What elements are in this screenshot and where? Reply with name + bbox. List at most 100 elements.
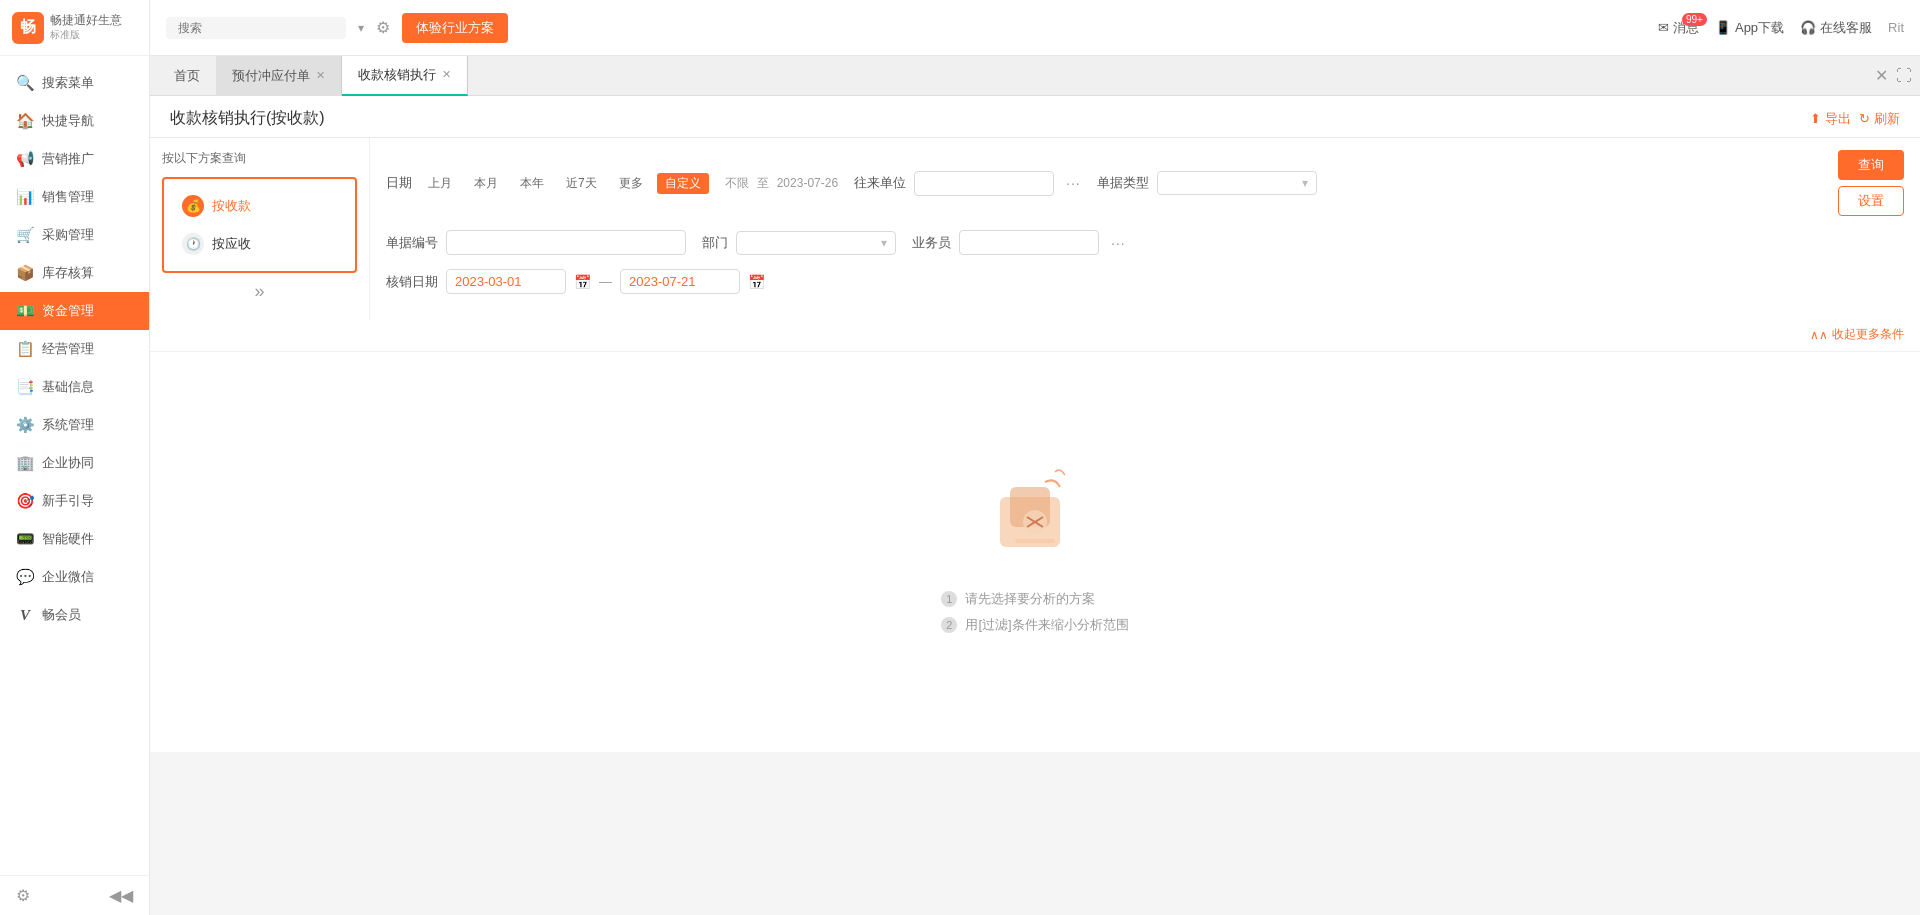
page-title: 收款核销执行(按收款) (170, 108, 325, 129)
settings-bottom-icon[interactable]: ⚙ (16, 886, 30, 905)
info-icon: 📑 (16, 378, 34, 396)
guide-icon: 🎯 (16, 492, 34, 510)
sidebar-item-label: 采购管理 (42, 226, 94, 244)
filter-option-by-receivable[interactable]: 🕐 按应收 (172, 225, 347, 263)
online-service-button[interactable]: 🎧 在线客服 (1800, 19, 1872, 37)
tab-collection[interactable]: 收款核销执行 ✕ (342, 56, 468, 96)
filter-scheme-box: 💰 按收款 🕐 按应收 (162, 177, 357, 273)
filter-fields: 日期 上月 本月 本年 近7天 更多 自定义 不限 至 2023 (370, 138, 1920, 320)
partner-filter-item: 往来单位 ··· (854, 171, 1081, 196)
verify-date-label: 核销日期 (386, 273, 438, 291)
page-header: 收款核销执行(按收款) ⬆ 导出 ↻ 刷新 (150, 96, 1920, 138)
logo-text-area: 畅捷通好生意 标准版 (50, 13, 122, 43)
sidebar-item-member[interactable]: V 畅会员 (0, 596, 149, 634)
sidebar-item-label: 基础信息 (42, 378, 94, 396)
doc-no-input[interactable] (446, 230, 686, 255)
chevron-down-icon: ▾ (1302, 176, 1308, 190)
sidebar-item-finance[interactable]: 💵 资金管理 (0, 292, 149, 330)
sidebar-item-nav[interactable]: 🏠 快捷导航 (0, 102, 149, 140)
refresh-button[interactable]: ↻ 刷新 (1859, 110, 1900, 128)
calendar-end-icon[interactable]: 📅 (748, 274, 765, 290)
app-download-button[interactable]: 📱 App下载 (1715, 19, 1784, 37)
doc-type-select[interactable]: ▾ (1157, 171, 1317, 195)
staff-dots-icon[interactable]: ··· (1111, 235, 1126, 251)
logo-icon: 畅 (12, 12, 44, 44)
user-name-label: Rit (1888, 20, 1904, 35)
sidebar-item-label: 销售管理 (42, 188, 94, 206)
verify-date-end-input[interactable] (620, 269, 740, 294)
date-last-month-button[interactable]: 上月 (420, 173, 460, 194)
tab-home[interactable]: 首页 (158, 56, 216, 96)
sidebar-item-label: 库存核算 (42, 264, 94, 282)
tab-collection-label: 收款核销执行 (358, 66, 436, 84)
sidebar-item-label: 新手引导 (42, 492, 94, 510)
maximize-button[interactable]: ⛶ (1896, 67, 1912, 85)
doc-type-label: 单据类型 (1097, 174, 1149, 192)
industry-solution-button[interactable]: 体验行业方案 (402, 13, 508, 43)
sidebar-item-system[interactable]: ⚙️ 系统管理 (0, 406, 149, 444)
sidebar-item-marketing[interactable]: 📢 营销推广 (0, 140, 149, 178)
filter-panel: 按以下方案查询 💰 按收款 🕐 按应收 » (150, 138, 1920, 320)
chevron-down-icon-2: ▾ (881, 236, 887, 250)
sales-icon: 📊 (16, 188, 34, 206)
sidebar-item-label: 畅会员 (42, 606, 81, 624)
search-icon: 🔍 (16, 74, 34, 92)
search-input[interactable] (166, 17, 346, 39)
tab-prepay-close-icon[interactable]: ✕ (316, 69, 325, 82)
refresh-label: 刷新 (1874, 110, 1900, 128)
page-header-actions: ⬆ 导出 ↻ 刷新 (1810, 110, 1900, 128)
inventory-icon: 📦 (16, 264, 34, 282)
settings-button[interactable]: 设置 (1838, 186, 1904, 216)
sidebar-item-search[interactable]: 🔍 搜索菜单 (0, 64, 149, 102)
sidebar-item-sales[interactable]: 📊 销售管理 (0, 178, 149, 216)
filter-option-by-payment[interactable]: 💰 按收款 (172, 187, 347, 225)
tab-collection-close-icon[interactable]: ✕ (442, 68, 451, 81)
collab-icon: 🏢 (16, 454, 34, 472)
sidebar-item-guide[interactable]: 🎯 新手引导 (0, 482, 149, 520)
sidebar-item-inventory[interactable]: 📦 库存核算 (0, 254, 149, 292)
export-button[interactable]: ⬆ 导出 (1810, 110, 1851, 128)
filter-action-buttons: 查询 设置 (1838, 150, 1904, 216)
sidebar-item-purchase[interactable]: 🛒 采购管理 (0, 216, 149, 254)
staff-filter-item: 业务员 ··· (912, 230, 1126, 255)
topbar: ▾ ⚙ 体验行业方案 ✉ 消息 99+ 📱 App下载 🎧 在线客服 Rit (150, 0, 1920, 56)
staff-input[interactable] (959, 230, 1099, 255)
date-more-button[interactable]: 更多 (611, 173, 651, 194)
tabs-actions: ✕ ⛶ (1875, 66, 1920, 85)
date-to-label: 至 (757, 175, 769, 192)
filter-row-1: 日期 上月 本月 本年 近7天 更多 自定义 不限 至 2023 (386, 150, 1904, 216)
sidebar-item-management[interactable]: 📋 经营管理 (0, 330, 149, 368)
close-tab-button[interactable]: ✕ (1875, 66, 1888, 85)
logo-area: 畅 畅捷通好生意 标准版 (0, 0, 149, 56)
partner-input[interactable] (914, 171, 1054, 196)
sidebar-item-hardware[interactable]: 📟 智能硬件 (0, 520, 149, 558)
tab-prepay[interactable]: 预付冲应付单 ✕ (216, 56, 342, 96)
wechat-icon: 💬 (16, 568, 34, 586)
sidebar-item-label: 系统管理 (42, 416, 94, 434)
collapse-more-button[interactable]: ∧∧ 收起更多条件 (1810, 326, 1904, 343)
collapse-left-button[interactable]: » (162, 281, 357, 302)
gear-icon[interactable]: ⚙ (376, 18, 390, 37)
date-this-month-button[interactable]: 本月 (466, 173, 506, 194)
date-7days-button[interactable]: 近7天 (558, 173, 605, 194)
sidebar-item-wechat[interactable]: 💬 企业微信 (0, 558, 149, 596)
logo-badge: 标准版 (50, 28, 122, 42)
app-label: App下载 (1735, 19, 1784, 37)
date-this-year-button[interactable]: 本年 (512, 173, 552, 194)
verify-date-start-input[interactable] (446, 269, 566, 294)
dept-select[interactable]: ▾ (736, 231, 896, 255)
query-button[interactable]: 查询 (1838, 150, 1904, 180)
export-icon: ⬆ (1810, 111, 1821, 126)
message-button[interactable]: ✉ 消息 99+ (1658, 19, 1699, 37)
dropdown-arrow-icon[interactable]: ▾ (358, 21, 364, 35)
home-icon: 🏠 (16, 112, 34, 130)
message-icon: ✉ (1658, 20, 1669, 35)
calendar-start-icon[interactable]: 📅 (574, 274, 591, 290)
sidebar-item-label: 快捷导航 (42, 112, 94, 130)
sidebar-item-basic-info[interactable]: 📑 基础信息 (0, 368, 149, 406)
collapse-sidebar-icon[interactable]: ◀◀ (109, 886, 133, 905)
partner-dots-icon[interactable]: ··· (1066, 175, 1081, 191)
tip-text-1: 请先选择要分析的方案 (965, 586, 1095, 612)
member-icon: V (16, 607, 34, 624)
sidebar-item-collab[interactable]: 🏢 企业协同 (0, 444, 149, 482)
